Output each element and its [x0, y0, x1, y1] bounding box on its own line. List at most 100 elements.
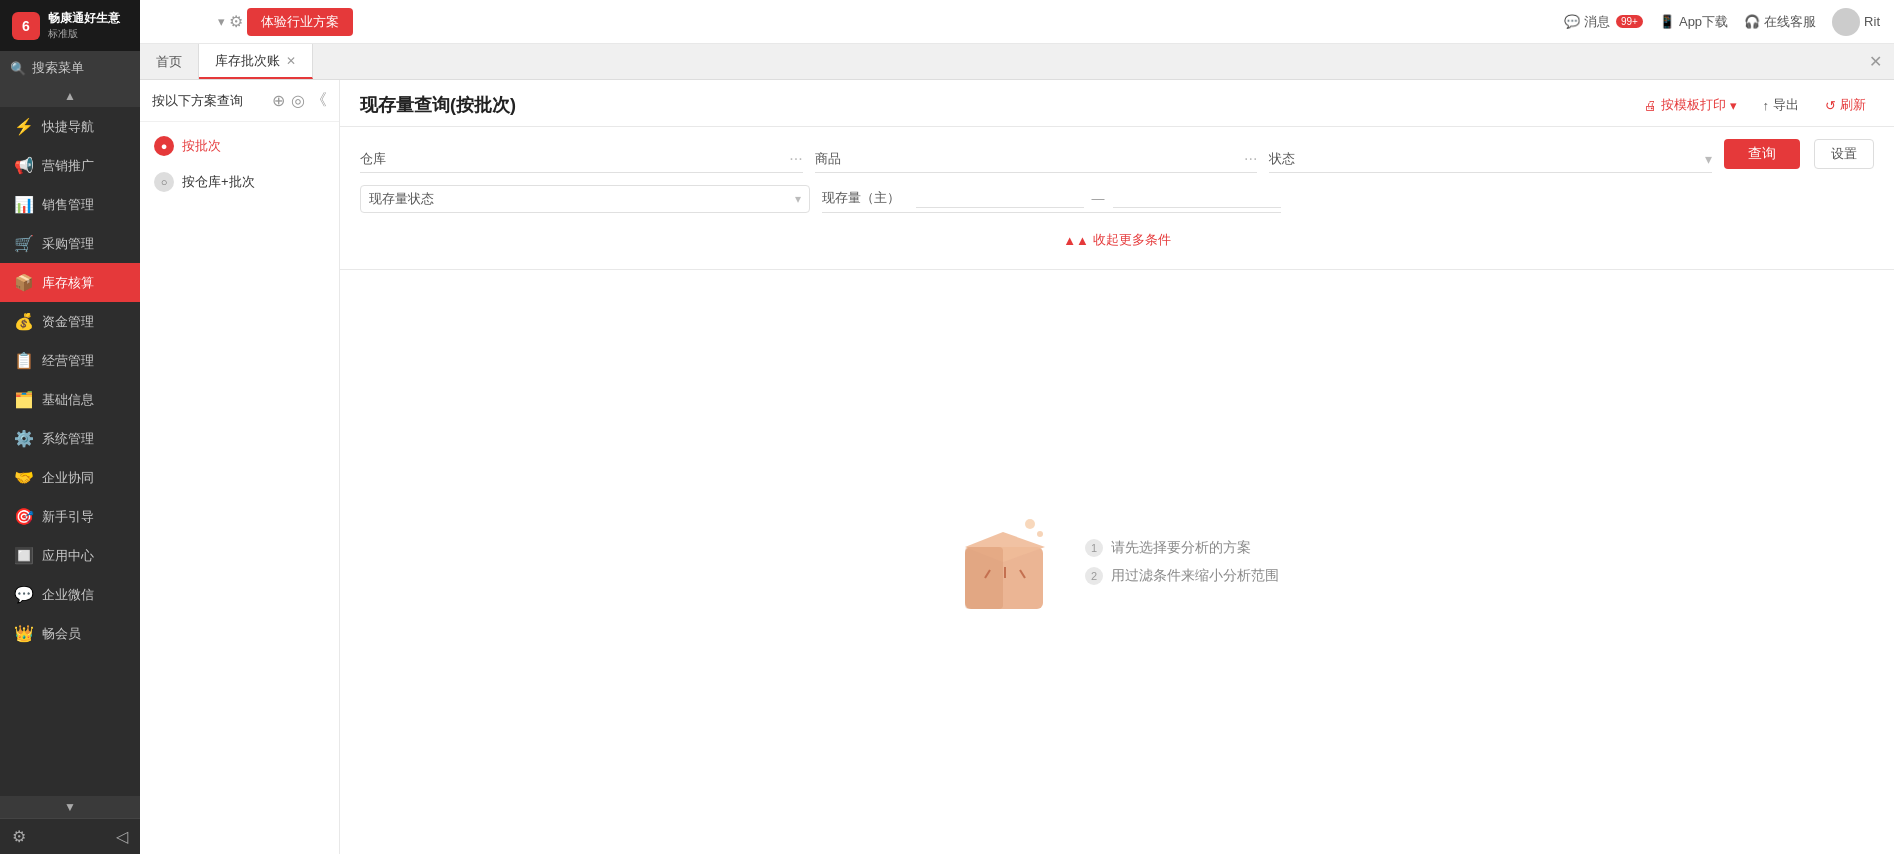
- scheme-collapse-icon[interactable]: 《: [311, 90, 327, 111]
- new-guide-icon: 🎯: [14, 507, 34, 526]
- sidebar-item-purchase[interactable]: 🛒 采购管理: [0, 224, 140, 263]
- content-area: 按以下方案查询 ⊕ ◎ 《 ● 按批次 ○ 按: [140, 80, 1894, 854]
- messages-button[interactable]: 💬 消息 99+: [1564, 13, 1643, 31]
- sidebar-item-app-center[interactable]: 🔲 应用中心: [0, 536, 140, 575]
- sidebar-item-sales[interactable]: 📊 销售管理: [0, 185, 140, 224]
- sidebar-item-label: 资金管理: [42, 313, 94, 331]
- breadcrumb-chevron-icon[interactable]: ▾: [218, 14, 225, 29]
- scheme-list: ● 按批次 ○ 按仓库+批次: [140, 122, 339, 206]
- tab-inventory-batch-label: 库存批次账: [215, 52, 280, 70]
- sidebar-item-label: 系统管理: [42, 430, 94, 448]
- sidebar-item-label: 畅会员: [42, 625, 81, 643]
- warehouse-input[interactable]: [408, 152, 785, 167]
- export-button[interactable]: ↑ 导出: [1755, 92, 1808, 118]
- collapse-more-button[interactable]: ▲▲ 收起更多条件: [360, 223, 1874, 257]
- inventory-qty-max-input[interactable]: [1113, 188, 1281, 208]
- tabbar: 首页 库存批次账 ✕ ✕: [140, 44, 1894, 80]
- empty-svg: [955, 512, 1055, 622]
- headset-icon: 🎧: [1744, 14, 1760, 29]
- sidebar-item-operations[interactable]: 📋 经营管理: [0, 341, 140, 380]
- marketing-icon: 📢: [14, 156, 34, 175]
- product-dots[interactable]: ···: [1244, 150, 1257, 168]
- sidebar-logo: 6: [12, 12, 40, 40]
- add-scheme-icon[interactable]: ⊕: [272, 91, 285, 110]
- enterprise-collab-icon: 🤝: [14, 468, 34, 487]
- main-area: ▾ ⚙ 体验行业方案 💬 消息 99+ 📱 App下载 🎧 在线客服 Rit: [140, 0, 1894, 854]
- sidebar-item-finance[interactable]: 💰 资金管理: [0, 302, 140, 341]
- tab-inventory-batch[interactable]: 库存批次账 ✕: [199, 44, 313, 79]
- sidebar-item-enterprise-wechat[interactable]: 💬 企业微信: [0, 575, 140, 614]
- sidebar-item-label: 企业协同: [42, 469, 94, 487]
- enterprise-wechat-icon: 💬: [14, 585, 34, 604]
- inventory-status-filter[interactable]: 现存量状态 ▾: [360, 185, 810, 213]
- print-btn-label: 按模板打印: [1661, 96, 1726, 114]
- scheme-settings-icon[interactable]: ◎: [291, 91, 305, 110]
- empty-text-area: 1 请先选择要分析的方案 2 用过滤条件来缩小分析范围: [1085, 539, 1279, 585]
- scheme-panel-header: 按以下方案查询 ⊕ ◎ 《: [140, 80, 339, 122]
- filter-area: 仓库 ··· 商品 ···: [340, 127, 1894, 270]
- sidebar-item-member[interactable]: 👑 畅会员: [0, 614, 140, 653]
- sidebar-item-quick-nav[interactable]: ⚡ 快捷导航: [0, 107, 140, 146]
- sidebar: 6 畅康通好生意 标准版 🔍 搜索菜单 ▲ ⚡ 快捷导航 📢 营销推广 📊 销售…: [0, 0, 140, 854]
- inventory-status-arrow-icon: ▾: [795, 192, 801, 206]
- tabbar-close-all-button[interactable]: ✕: [1857, 52, 1894, 71]
- status-dropdown-icon[interactable]: ▾: [1705, 151, 1712, 167]
- sidebar-search[interactable]: 🔍 搜索菜单: [0, 51, 140, 85]
- member-icon: 👑: [14, 624, 34, 643]
- basic-icon: 🗂️: [14, 390, 34, 409]
- sidebar-item-new-guide[interactable]: 🎯 新手引导: [0, 497, 140, 536]
- topbar-settings-icon[interactable]: ⚙: [229, 12, 243, 31]
- empty-hint-1-text: 请先选择要分析的方案: [1111, 539, 1251, 557]
- sidebar-item-marketing[interactable]: 📢 营销推广: [0, 146, 140, 185]
- sidebar-item-basic[interactable]: 🗂️ 基础信息: [0, 380, 140, 419]
- sidebar-company: 畅康通好生意: [48, 10, 120, 27]
- app-download-button[interactable]: 📱 App下载: [1659, 13, 1728, 31]
- quick-nav-icon: ⚡: [14, 117, 34, 136]
- phone-icon: 📱: [1659, 14, 1675, 29]
- sidebar-scroll-up[interactable]: ▲: [0, 85, 140, 107]
- sidebar-scroll-down[interactable]: ▼: [0, 796, 140, 818]
- tab-home-label: 首页: [156, 53, 182, 71]
- warehouse-filter-field: 仓库 ···: [360, 150, 803, 173]
- tab-home[interactable]: 首页: [140, 44, 199, 79]
- svg-rect-2: [965, 547, 1003, 609]
- empty-hint-2: 2 用过滤条件来缩小分析范围: [1085, 567, 1279, 585]
- status-input[interactable]: [1317, 152, 1701, 167]
- page-header-actions: 🖨 按模板打印 ▾ ↑ 导出 ↺ 刷新: [1636, 92, 1875, 118]
- tab-close-icon[interactable]: ✕: [286, 54, 296, 68]
- sidebar-item-enterprise-collab[interactable]: 🤝 企业协同: [0, 458, 140, 497]
- warehouse-dots[interactable]: ···: [789, 150, 802, 168]
- breadcrumb-input[interactable]: [154, 12, 214, 32]
- user-name-label: Rit: [1864, 14, 1880, 29]
- empty-state: 1 请先选择要分析的方案 2 用过滤条件来缩小分析范围: [340, 270, 1894, 854]
- finance-icon: 💰: [14, 312, 34, 331]
- sidebar-title-group: 畅康通好生意 标准版: [48, 10, 120, 41]
- print-icon: 🖨: [1644, 98, 1657, 113]
- user-avatar-button[interactable]: Rit: [1832, 8, 1880, 36]
- collapse-up-icon: ▲▲: [1063, 233, 1089, 248]
- settings-button[interactable]: 设置: [1814, 139, 1874, 169]
- product-input[interactable]: [863, 152, 1240, 167]
- sidebar-settings-icon[interactable]: ⚙: [12, 827, 26, 846]
- trial-industry-button[interactable]: 体验行业方案: [247, 8, 353, 36]
- sidebar-search-label: 搜索菜单: [32, 59, 84, 77]
- sidebar-item-inventory[interactable]: 📦 库存核算: [0, 263, 140, 302]
- online-service-button[interactable]: 🎧 在线客服: [1744, 13, 1816, 31]
- print-dropdown-icon[interactable]: ▾: [1730, 98, 1737, 113]
- messages-badge: 99+: [1616, 15, 1643, 28]
- refresh-button[interactable]: ↺ 刷新: [1817, 92, 1874, 118]
- inventory-qty-min-input[interactable]: [916, 188, 1084, 208]
- sidebar-footer: ⚙ ◁: [0, 818, 140, 854]
- refresh-icon: ↺: [1825, 98, 1836, 113]
- scheme-item-warehouse-batch[interactable]: ○ 按仓库+批次: [140, 164, 339, 200]
- topbar-right: 💬 消息 99+ 📱 App下载 🎧 在线客服 Rit: [1564, 8, 1880, 36]
- print-template-button[interactable]: 🖨 按模板打印 ▾: [1636, 92, 1745, 118]
- scheme-item-batch[interactable]: ● 按批次: [140, 128, 339, 164]
- sidebar-item-system[interactable]: ⚙️ 系统管理: [0, 419, 140, 458]
- status-label: 状态: [1269, 150, 1309, 168]
- inventory-qty-label: 现存量（主）: [822, 189, 900, 207]
- empty-illustration: [955, 512, 1055, 612]
- sidebar-collapse-icon[interactable]: ◁: [116, 827, 128, 846]
- status-filter-field: 状态 ▾: [1269, 150, 1712, 173]
- query-button[interactable]: 查询: [1724, 139, 1800, 169]
